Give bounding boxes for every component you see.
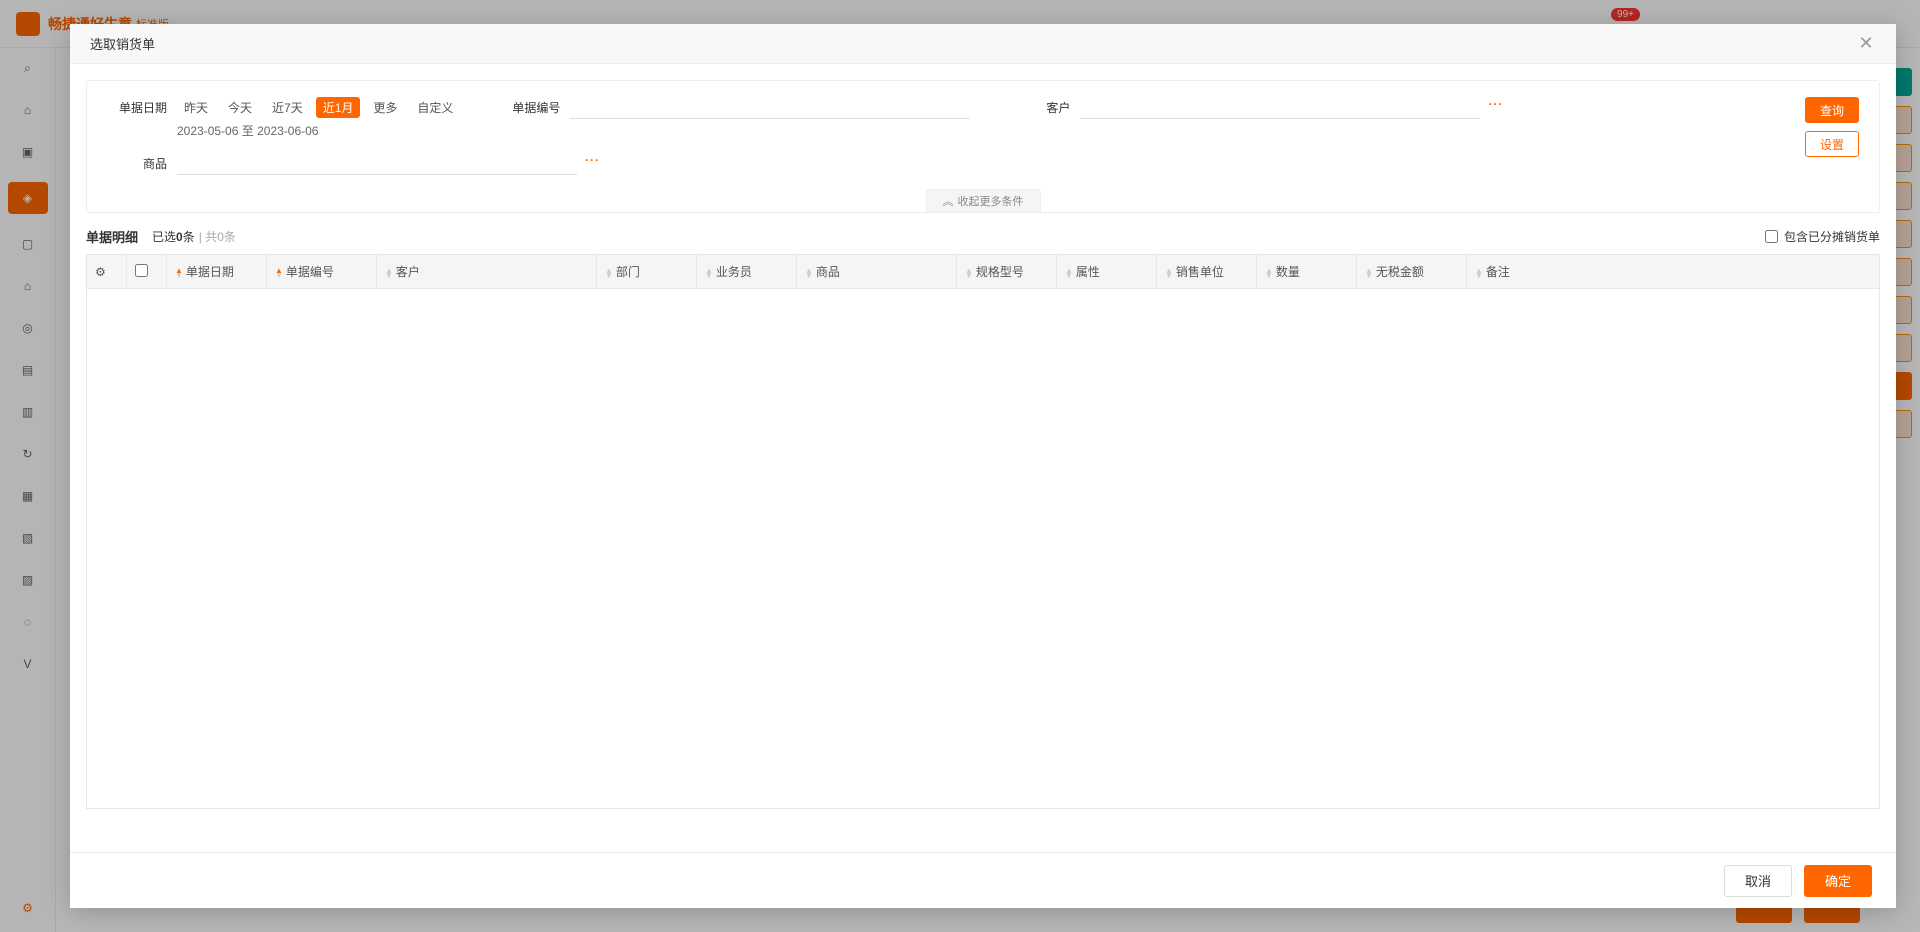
table-body-empty	[86, 289, 1880, 809]
include-allocated-label: 包含已分摊销货单	[1784, 228, 1880, 245]
modal-overlay[interactable]: 选取销货单 ✕ 单据日期 昨天 今天 近7天 近1月	[0, 0, 1920, 932]
col-attr[interactable]: ▲▼属性	[1057, 255, 1157, 289]
filter-customer: 客户 ···	[1010, 97, 1503, 139]
collapse-label: 收起更多条件	[958, 196, 1024, 208]
date-chip-custom[interactable]: 自定义	[410, 97, 460, 118]
include-allocated-checkbox[interactable]	[1765, 230, 1778, 243]
col-salesperson[interactable]: ▲▼业务员	[697, 255, 797, 289]
column-settings-icon[interactable]: ⚙	[87, 255, 127, 289]
product-input[interactable]	[177, 153, 577, 175]
col-dept[interactable]: ▲▼部门	[597, 255, 697, 289]
cancel-button[interactable]: 取消	[1724, 865, 1792, 897]
date-sep: 至	[242, 124, 254, 138]
select-all-checkbox[interactable]	[135, 264, 148, 277]
select-sales-order-modal: 选取销货单 ✕ 单据日期 昨天 今天 近7天 近1月	[70, 24, 1896, 908]
modal-footer: 取消 确定	[70, 852, 1896, 908]
settings-button[interactable]: 设置	[1805, 131, 1859, 157]
collapse-filters-toggle[interactable]: ︽ 收起更多条件	[926, 189, 1041, 212]
date-to: 2023-06-06	[257, 124, 318, 138]
filter-label-code: 单据编号	[500, 97, 570, 119]
detail-head: 单据明细 已选0条 | 共0条 包含已分摊销货单	[86, 227, 1880, 246]
filter-product: 商品 ···	[107, 153, 600, 175]
modal-header: 选取销货单 ✕	[70, 24, 1896, 64]
col-unit[interactable]: ▲▼销售单位	[1157, 255, 1257, 289]
date-chip-row: 昨天 今天 近7天 近1月 更多 自定义	[177, 97, 460, 118]
detail-title: 单据明细	[86, 227, 138, 246]
date-chip-1m[interactable]: 近1月	[316, 97, 361, 118]
date-from: 2023-05-06	[177, 124, 238, 138]
date-chip-7d[interactable]: 近7天	[265, 97, 310, 118]
date-chip-yesterday[interactable]: 昨天	[177, 97, 215, 118]
table-header-row: ⚙ ▲▼单据日期 ▲▼单据编号 ▲▼客户 ▲▼部门 ▲▼业务员 ▲▼商品 ▲▼规…	[87, 255, 1880, 289]
filter-panel: 单据日期 昨天 今天 近7天 近1月 更多 自定义 2023	[86, 80, 1880, 213]
total-count: | 共0条	[199, 228, 236, 245]
customer-input[interactable]	[1080, 97, 1480, 119]
col-remark[interactable]: ▲▼备注	[1467, 255, 1880, 289]
query-button[interactable]: 查询	[1805, 97, 1859, 123]
col-amount[interactable]: ▲▼无税金额	[1357, 255, 1467, 289]
filter-label-date: 单据日期	[107, 97, 177, 119]
selected-count: 已选0条	[152, 228, 195, 245]
date-chip-today[interactable]: 今天	[221, 97, 259, 118]
date-range-display: 2023-05-06 至 2023-06-06	[177, 122, 460, 139]
col-bill-date[interactable]: ▲▼单据日期	[167, 255, 267, 289]
select-all-cell	[127, 255, 167, 289]
col-bill-code[interactable]: ▲▼单据编号	[267, 255, 377, 289]
filter-bill-date: 单据日期 昨天 今天 近7天 近1月 更多 自定义 2023	[107, 97, 460, 139]
modal-title: 选取销货单	[90, 34, 155, 53]
customer-picker-icon[interactable]: ···	[1488, 97, 1503, 111]
col-product[interactable]: ▲▼商品	[797, 255, 957, 289]
filter-actions: 查询 设置	[1805, 97, 1859, 157]
col-spec[interactable]: ▲▼规格型号	[957, 255, 1057, 289]
table-horizontal-scrollbar[interactable]	[87, 289, 1879, 303]
filter-label-product: 商品	[107, 153, 177, 175]
collapse-bar: ︽ 收起更多条件	[107, 189, 1859, 212]
product-picker-icon[interactable]: ···	[585, 153, 600, 167]
filter-bill-code: 单据编号	[500, 97, 970, 139]
filter-label-customer: 客户	[1010, 97, 1080, 119]
modal-body: 单据日期 昨天 今天 近7天 近1月 更多 自定义 2023	[70, 64, 1896, 852]
close-icon[interactable]: ✕	[1856, 33, 1876, 54]
bill-code-input[interactable]	[570, 97, 970, 119]
date-chip-more[interactable]: 更多	[366, 97, 404, 118]
chevron-up-icon: ︽	[943, 196, 954, 208]
col-qty[interactable]: ▲▼数量	[1257, 255, 1357, 289]
confirm-button[interactable]: 确定	[1804, 865, 1872, 897]
detail-table: ⚙ ▲▼单据日期 ▲▼单据编号 ▲▼客户 ▲▼部门 ▲▼业务员 ▲▼商品 ▲▼规…	[86, 254, 1880, 289]
col-customer[interactable]: ▲▼客户	[377, 255, 597, 289]
